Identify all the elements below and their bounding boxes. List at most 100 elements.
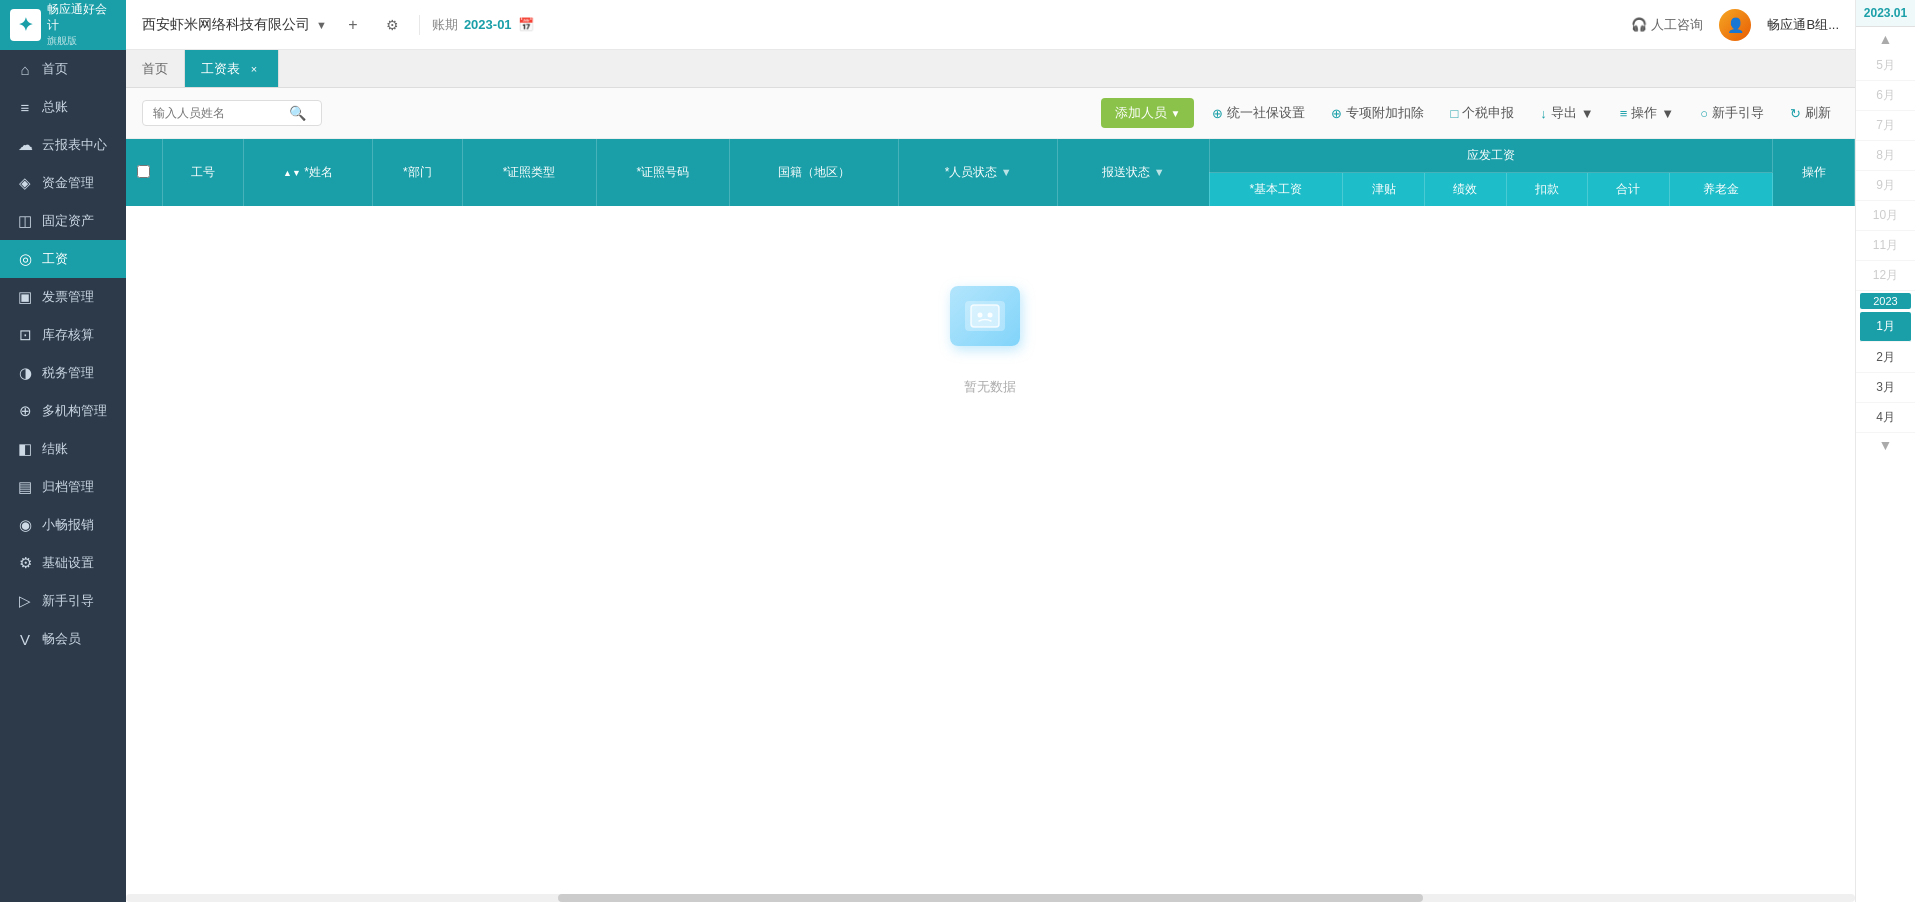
guide-action[interactable]: ○ 新手引导 <box>1692 100 1772 126</box>
month-item-12[interactable]: 12月 <box>1856 261 1915 291</box>
add-person-button[interactable]: 添加人员 ▼ <box>1101 98 1195 128</box>
tabs-bar: 首页 工资表 × <box>126 50 1855 88</box>
company-selector[interactable]: 西安虾米网络科技有限公司 ▼ <box>142 16 327 34</box>
operations-action[interactable]: ≡ 操作 ▼ <box>1612 100 1682 126</box>
th-nationality: 国籍（地区） <box>730 139 899 206</box>
export-arrow: ▼ <box>1581 106 1594 121</box>
status-filter-icon[interactable]: ▼ <box>1001 166 1012 178</box>
tab-home[interactable]: 首页 <box>126 50 185 87</box>
add-company-button[interactable]: + <box>339 11 367 39</box>
sidebar-item-cloud-report[interactable]: ☁ 云报表中心 <box>0 126 126 164</box>
sidebar-item-archive[interactable]: ▤ 归档管理 <box>0 468 126 506</box>
close-accounts-icon: ◧ <box>16 440 34 458</box>
content-area: 🔍 添加人员 ▼ ⊕ 统一社保设置 ⊕ 专项附加扣除 □ 个税申报 <box>126 88 1855 902</box>
empty-text: 暂无数据 <box>964 378 1016 396</box>
sidebar-item-vip[interactable]: V 畅会员 <box>0 620 126 658</box>
scroll-up-button[interactable]: ▲ <box>1856 27 1915 51</box>
archive-icon: ▤ <box>16 478 34 496</box>
social-insurance-label: 统一社保设置 <box>1227 104 1305 122</box>
salary-table: 工号 ▲▼ *姓名 *部门 *证照类型 *证照号码 国籍（地区） *人员状态 ▼… <box>126 139 1855 476</box>
month-item-6[interactable]: 6月 <box>1856 81 1915 111</box>
help-button[interactable]: 🎧 人工咨询 <box>1631 16 1703 34</box>
th-name: ▲▼ *姓名 <box>244 139 373 206</box>
month-item-2023-4[interactable]: 4月 <box>1856 403 1915 433</box>
th-id-type: *证照类型 <box>462 139 596 206</box>
month-item-8[interactable]: 8月 <box>1856 141 1915 171</box>
month-item-9[interactable]: 9月 <box>1856 171 1915 201</box>
period-label: 账期 <box>432 16 458 34</box>
tax-filing-action[interactable]: □ 个税申报 <box>1442 100 1522 126</box>
sidebar-item-home[interactable]: ⌂ 首页 <box>0 50 126 88</box>
help-label: 人工咨询 <box>1651 16 1703 34</box>
company-dropdown-arrow: ▼ <box>316 19 327 31</box>
refresh-action[interactable]: ↻ 刷新 <box>1782 100 1839 126</box>
month-item-2023-1[interactable]: 1月 <box>1860 312 1911 342</box>
scroll-down-button[interactable]: ▼ <box>1856 433 1915 457</box>
month-item-11[interactable]: 11月 <box>1856 231 1915 261</box>
toolbar-actions: 添加人员 ▼ ⊕ 统一社保设置 ⊕ 专项附加扣除 □ 个税申报 ↓ 导出 <box>1101 98 1839 128</box>
search-input[interactable] <box>153 106 283 120</box>
divider <box>419 15 420 35</box>
special-deduction-label: 专项附加扣除 <box>1346 104 1424 122</box>
th-performance: 绩效 <box>1424 173 1506 207</box>
report-filter-icon[interactable]: ▼ <box>1154 166 1165 178</box>
date-panel: 2023.01 ▲ 5月 6月 7月 8月 9月 10月 11月 12月 202… <box>1855 0 1915 902</box>
export-icon: ↓ <box>1540 106 1547 121</box>
sidebar-item-label: 基础设置 <box>42 554 94 572</box>
tax-icon: ◑ <box>16 364 34 382</box>
tab-salary[interactable]: 工资表 × <box>185 50 279 87</box>
sidebar-item-multi-org[interactable]: ⊕ 多机构管理 <box>0 392 126 430</box>
select-all-checkbox[interactable] <box>137 165 150 178</box>
user-name[interactable]: 畅应通B组... <box>1767 16 1839 34</box>
sort-icon: ▲▼ <box>283 168 301 178</box>
month-item-5[interactable]: 5月 <box>1856 51 1915 81</box>
th-allowance: 津贴 <box>1343 173 1425 207</box>
empty-icon <box>950 286 1030 366</box>
operations-label: 操作 <box>1631 104 1657 122</box>
export-action[interactable]: ↓ 导出 ▼ <box>1532 100 1601 126</box>
sidebar-item-inventory[interactable]: ⊡ 库存核算 <box>0 316 126 354</box>
date-panel-header: 2023.01 <box>1856 0 1915 27</box>
sidebar-item-invoice[interactable]: ▣ 发票管理 <box>0 278 126 316</box>
vip-icon: V <box>16 631 34 648</box>
settings-icon[interactable]: ⚙ <box>379 11 407 39</box>
th-total: 合计 <box>1588 173 1670 207</box>
month-item-2023-2[interactable]: 2月 <box>1856 343 1915 373</box>
home-icon: ⌂ <box>16 61 34 78</box>
add-person-dropdown-arrow: ▼ <box>1171 108 1181 119</box>
sidebar-item-ledger[interactable]: ≡ 总账 <box>0 88 126 126</box>
th-id-number: *证照号码 <box>596 139 730 206</box>
sidebar-item-fund[interactable]: ◈ 资金管理 <box>0 164 126 202</box>
scrollbar-thumb[interactable] <box>558 894 1423 902</box>
month-item-10[interactable]: 10月 <box>1856 201 1915 231</box>
empty-state: 暂无数据 <box>126 206 1855 476</box>
search-icon[interactable]: 🔍 <box>289 105 306 121</box>
main-area: 西安虾米网络科技有限公司 ▼ + ⚙ 账期 2023-01 📅 🎧 人工咨询 👤… <box>126 0 1855 902</box>
calendar-icon[interactable]: 📅 <box>518 17 534 32</box>
th-number: 工号 <box>162 139 244 206</box>
sidebar-item-guide[interactable]: ▷ 新手引导 <box>0 582 126 620</box>
add-person-label: 添加人员 <box>1115 104 1167 122</box>
sidebar-item-close-accounts[interactable]: ◧ 结账 <box>0 430 126 468</box>
sidebar-item-expense[interactable]: ◉ 小畅报销 <box>0 506 126 544</box>
month-item-2023-3[interactable]: 3月 <box>1856 373 1915 403</box>
sidebar-item-tax[interactable]: ◑ 税务管理 <box>0 354 126 392</box>
tab-close-button[interactable]: × <box>246 61 262 77</box>
horizontal-scrollbar[interactable] <box>126 894 1855 902</box>
sidebar-item-label: 库存核算 <box>42 326 94 344</box>
th-status: *人员状态 ▼ <box>898 139 1058 206</box>
month-item-7[interactable]: 7月 <box>1856 111 1915 141</box>
year-2023-badge: 2023 <box>1860 293 1911 309</box>
app-logo: ✦ 畅应通好会计 旗舰版 <box>0 0 126 50</box>
sidebar-item-fixed-assets[interactable]: ◫ 固定资产 <box>0 202 126 240</box>
guide-icon: ▷ <box>16 592 34 610</box>
select-all-th <box>126 139 162 206</box>
th-action: 操作 <box>1773 139 1855 206</box>
special-deduction-action[interactable]: ⊕ 专项附加扣除 <box>1323 100 1432 126</box>
social-insurance-action[interactable]: ⊕ 统一社保设置 <box>1204 100 1313 126</box>
topbar: 西安虾米网络科技有限公司 ▼ + ⚙ 账期 2023-01 📅 🎧 人工咨询 👤… <box>126 0 1855 50</box>
sidebar-item-settings[interactable]: ⚙ 基础设置 <box>0 544 126 582</box>
period-value[interactable]: 2023-01 <box>464 17 512 32</box>
sidebar-item-salary[interactable]: ◎ 工资 <box>0 240 126 278</box>
expense-icon: ◉ <box>16 516 34 534</box>
